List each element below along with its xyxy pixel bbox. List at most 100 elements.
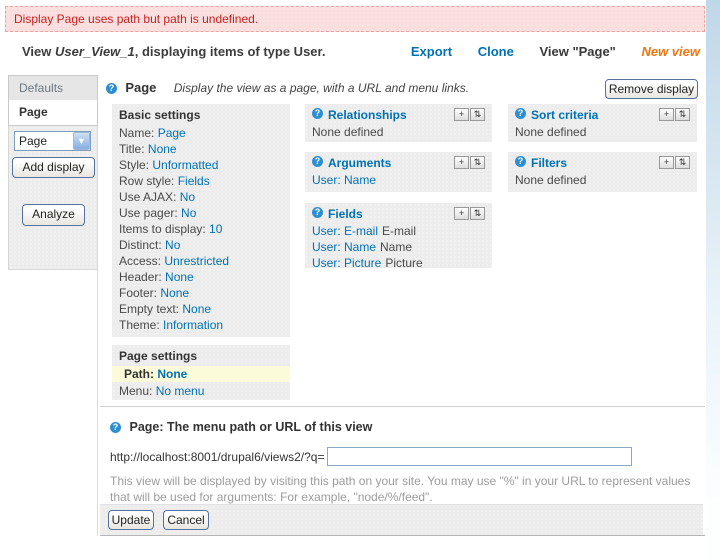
filters-box: ? Filters + ⇅ None defined: [508, 152, 697, 192]
setting-footer-link[interactable]: None: [160, 286, 189, 300]
update-button[interactable]: Update: [108, 510, 154, 530]
page-background-strip: [706, 0, 720, 558]
display-description: Display the view as a page, with a URL a…: [173, 81, 470, 95]
help-icon[interactable]: ?: [106, 83, 117, 94]
field-name-label: Name: [380, 240, 413, 254]
setting-row: Distinct: No: [119, 237, 283, 253]
rearrange-icon[interactable]: ⇅: [470, 207, 485, 220]
setting-row: Empty text: None: [119, 301, 283, 317]
setting-label: Empty text:: [119, 302, 180, 316]
setting-empty-text-link[interactable]: None: [182, 302, 211, 316]
view-summary-prefix: View: [22, 44, 56, 59]
export-link[interactable]: Export: [411, 44, 452, 59]
path-description: This view will be displayed by visiting …: [110, 474, 691, 504]
remove-display-button[interactable]: Remove display: [605, 79, 698, 99]
setting-theme-link[interactable]: Information: [163, 318, 223, 332]
help-icon[interactable]: ?: [110, 422, 121, 433]
setting-row: Style: Unformatted: [119, 157, 283, 173]
add-icon[interactable]: +: [659, 108, 674, 121]
setting-path-link[interactable]: None: [157, 367, 187, 381]
basic-settings-box: Basic settings Name: Page Title: None St…: [112, 104, 290, 337]
setting-distinct-link[interactable]: No: [165, 238, 180, 252]
field-email-label: E-mail: [382, 224, 417, 238]
setting-label: Theme:: [119, 318, 160, 332]
setting-label: Menu:: [119, 384, 153, 398]
tab-page[interactable]: Page: [8, 100, 98, 126]
setting-row: Items to display: 10: [119, 221, 283, 237]
chevron-down-icon[interactable]: ▼: [73, 132, 90, 150]
relationships-box: ? Relationships + ⇅ None defined: [305, 104, 492, 142]
add-icon[interactable]: +: [454, 156, 469, 169]
display-type-select[interactable]: Page ▼: [14, 131, 91, 151]
setting-row: Use pager: No: [119, 205, 283, 221]
tab-defaults[interactable]: Defaults: [8, 75, 98, 101]
setting-label: Use AJAX:: [119, 190, 177, 204]
new-view-link[interactable]: New view: [641, 44, 700, 59]
setting-pager-link[interactable]: No: [181, 206, 196, 220]
setting-label: Title:: [119, 142, 145, 156]
relationships-title[interactable]: Relationships: [328, 108, 454, 122]
path-input[interactable]: [327, 447, 633, 466]
help-icon[interactable]: ?: [312, 108, 323, 119]
help-icon[interactable]: ?: [515, 156, 526, 167]
cancel-button[interactable]: Cancel: [163, 510, 209, 530]
path-form-title: Page: The menu path or URL of this view: [129, 420, 373, 434]
path-form-row: http://localhost:8001/drupal6/views2/?q=: [110, 447, 705, 466]
rearrange-icon[interactable]: ⇅: [675, 108, 690, 121]
setting-row: Row style: Fields: [119, 173, 283, 189]
form-actions: Update Cancel: [100, 504, 703, 535]
arguments-title[interactable]: Arguments: [328, 156, 454, 170]
view-summary-suffix: , displaying items of type User.: [134, 44, 326, 59]
display-type-select-value: Page: [19, 134, 48, 148]
setting-row: Title: None: [119, 141, 283, 157]
setting-label: Items to display:: [119, 222, 206, 236]
basic-settings-title: Basic settings: [119, 108, 201, 122]
rearrange-icon[interactable]: ⇅: [470, 156, 485, 169]
setting-label: Header:: [119, 270, 162, 284]
field-name-link[interactable]: User: Name: [312, 240, 376, 254]
add-icon[interactable]: +: [454, 207, 469, 220]
setting-access-link[interactable]: Unrestricted: [164, 254, 229, 268]
rearrange-icon[interactable]: ⇅: [675, 156, 690, 169]
analyze-button[interactable]: Analyze: [22, 204, 85, 226]
page-settings-box: Page settings Path: None Menu: No menu: [112, 345, 290, 400]
error-text: Display Page uses path but path is undef…: [14, 12, 259, 26]
argument-user-name-link[interactable]: User: Name: [312, 173, 376, 187]
clone-link[interactable]: Clone: [478, 44, 514, 59]
fields-title[interactable]: Fields: [328, 207, 454, 221]
setting-ajax-link[interactable]: No: [180, 190, 195, 204]
rearrange-icon[interactable]: ⇅: [470, 108, 485, 121]
help-icon[interactable]: ?: [312, 207, 323, 218]
setting-row-style-link[interactable]: Fields: [178, 174, 210, 188]
add-display-button[interactable]: Add display: [12, 157, 95, 178]
relationships-empty: None defined: [312, 125, 384, 139]
setting-row: Theme: Information: [119, 317, 283, 333]
help-icon[interactable]: ?: [515, 108, 526, 119]
sort-criteria-title[interactable]: Sort criteria: [531, 108, 659, 122]
help-icon[interactable]: ?: [312, 156, 323, 167]
add-icon[interactable]: +: [659, 156, 674, 169]
view-page-link[interactable]: View "Page": [539, 44, 615, 59]
setting-label: Footer:: [119, 286, 158, 300]
sort-criteria-box: ? Sort criteria + ⇅ None defined: [508, 104, 697, 142]
page-settings-title: Page settings: [119, 349, 198, 363]
setting-row: Name: Page: [119, 125, 283, 141]
setting-menu-link[interactable]: No menu: [156, 384, 205, 398]
add-icon[interactable]: +: [454, 108, 469, 121]
field-picture-link[interactable]: User: Picture: [312, 256, 381, 270]
view-action-links: Export Clone View "Page" New view: [389, 44, 700, 59]
setting-label: Distinct:: [119, 238, 162, 252]
setting-header-link[interactable]: None: [165, 270, 194, 284]
setting-title-link[interactable]: None: [148, 142, 177, 156]
sort-criteria-empty: None defined: [515, 125, 587, 139]
setting-label: Use pager:: [119, 206, 178, 220]
setting-items-link[interactable]: 10: [209, 222, 222, 236]
setting-style-link[interactable]: Unformatted: [152, 158, 218, 172]
filters-title[interactable]: Filters: [531, 156, 659, 170]
error-message: Display Page uses path but path is undef…: [5, 6, 705, 32]
path-form-title-row: ? Page: The menu path or URL of this vie…: [110, 420, 705, 434]
setting-name-link[interactable]: Page: [158, 126, 186, 140]
field-email-link[interactable]: User: E-mail: [312, 224, 378, 238]
fields-box: ? Fields + ⇅ User: E-mail E-mail User: Nam…: [305, 203, 492, 270]
path-setting-row-highlighted: Path: None: [112, 366, 290, 382]
